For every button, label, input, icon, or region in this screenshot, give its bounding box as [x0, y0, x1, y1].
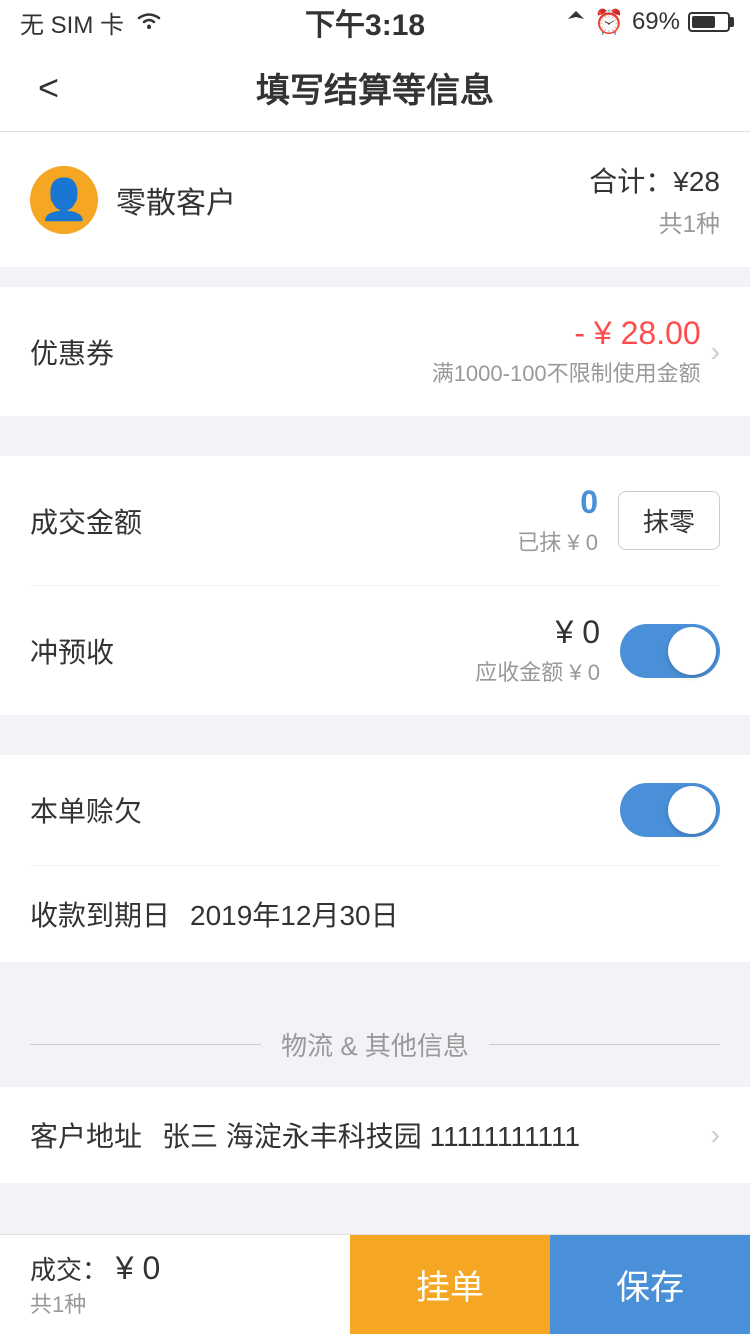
- page-title: 填写结算等信息: [256, 63, 494, 112]
- section-gap-1: [0, 436, 750, 456]
- bottom-count: 共1种: [30, 1287, 320, 1319]
- address-section[interactable]: 客户地址 张三 海淀永丰科技园 11111111111 ›: [0, 1087, 750, 1183]
- transaction-label: 成交金额: [30, 501, 142, 541]
- wifi-icon: [134, 8, 164, 37]
- status-right: ⏰ 69%: [566, 8, 730, 37]
- battery-icon: [688, 12, 730, 32]
- prepayment-toggle[interactable]: [620, 624, 720, 678]
- battery-percent: 69%: [632, 8, 680, 36]
- duedate-value: 2019年12月30日: [190, 894, 399, 934]
- bottom-info: 成交： ¥ 0 共1种: [0, 1250, 350, 1319]
- debt-toggle[interactable]: [620, 783, 720, 837]
- chevron-right-icon: ›: [711, 336, 720, 368]
- coupon-row[interactable]: 优惠券 - ¥ 28.00 满1000-100不限制使用金额 ›: [0, 287, 750, 416]
- logistics-title: 物流 & 其他信息: [281, 1026, 469, 1063]
- customer-name: 零散客户: [116, 178, 236, 222]
- bottom-transaction-amount: ¥ 0: [116, 1250, 160, 1286]
- avatar: 👤: [30, 166, 98, 234]
- total-amount: 合计：¥28: [589, 160, 720, 200]
- transaction-amount-row: 成交金额 0 已抹 ¥ 0 抹零: [0, 456, 750, 585]
- location-icon: [566, 8, 586, 36]
- sim-label: 无 SIM 卡: [20, 5, 124, 40]
- total-count: 共1种: [589, 204, 720, 239]
- address-value: 张三 海淀永丰科技园 11111111111: [162, 1115, 711, 1155]
- status-time: 下午3:18: [305, 0, 425, 44]
- save-button[interactable]: 保存: [550, 1235, 750, 1334]
- duedate-row: 收款到期日 2019年12月30日: [0, 866, 750, 962]
- hang-button[interactable]: 挂单: [350, 1235, 550, 1334]
- status-left: 无 SIM 卡: [20, 5, 164, 40]
- address-chevron-icon: ›: [711, 1119, 720, 1151]
- alarm-icon: ⏰: [594, 8, 624, 37]
- debt-toggle-knob: [668, 786, 716, 834]
- prepayment-sub: 应收金额 ¥ 0: [475, 655, 600, 687]
- section-gap-3: [0, 982, 750, 1002]
- transaction-right: 0 已抹 ¥ 0 抹零: [517, 484, 720, 557]
- debt-row: 本单赊欠: [0, 755, 750, 865]
- transaction-value: 0: [517, 484, 598, 521]
- customer-section: 👤 零散客户 合计：¥28 共1种: [0, 132, 750, 267]
- debt-section: 本单赊欠 收款到期日 2019年12月30日: [0, 755, 750, 962]
- toggle-knob: [668, 627, 716, 675]
- address-label: 客户地址: [30, 1115, 142, 1155]
- avatar-icon: 👤: [39, 176, 89, 223]
- logistics-header: 物流 & 其他信息: [0, 1002, 750, 1087]
- customer-total: 合计：¥28 共1种: [589, 160, 720, 239]
- duedate-label: 收款到期日: [30, 894, 170, 934]
- status-bar: 无 SIM 卡 下午3:18 ⏰ 69%: [0, 0, 750, 44]
- bottom-transaction-label: 成交：: [30, 1255, 108, 1285]
- coupon-desc: 满1000-100不限制使用金额: [432, 356, 701, 388]
- bottom-bar: 成交： ¥ 0 共1种 挂单 保存: [0, 1234, 750, 1334]
- transaction-section: 成交金额 0 已抹 ¥ 0 抹零 冲预收 ¥ 0 应收金额 ¥ 0: [0, 456, 750, 715]
- customer-row: 👤 零散客户 合计：¥28 共1种: [0, 132, 750, 267]
- section-gap-2: [0, 735, 750, 755]
- prepayment-label: 冲预收: [30, 631, 114, 671]
- debt-label: 本单赊欠: [30, 790, 142, 830]
- transaction-sub: 已抹 ¥ 0: [517, 525, 598, 557]
- customer-info: 👤 零散客户: [30, 166, 236, 234]
- address-row[interactable]: 客户地址 张三 海淀永丰科技园 11111111111 ›: [0, 1087, 750, 1183]
- roundzero-button[interactable]: 抹零: [618, 491, 720, 550]
- coupon-right: - ¥ 28.00 满1000-100不限制使用金额 ›: [432, 315, 720, 388]
- coupon-discount: - ¥ 28.00: [432, 315, 701, 352]
- prepayment-row: 冲预收 ¥ 0 应收金额 ¥ 0: [0, 586, 750, 715]
- coupon-section[interactable]: 优惠券 - ¥ 28.00 满1000-100不限制使用金额 ›: [0, 287, 750, 416]
- nav-bar: < 填写结算等信息: [0, 44, 750, 132]
- back-button[interactable]: <: [28, 57, 69, 119]
- coupon-label: 优惠券: [30, 332, 114, 372]
- prepayment-right: ¥ 0 应收金额 ¥ 0: [475, 614, 720, 687]
- prepayment-amount: ¥ 0: [475, 614, 600, 651]
